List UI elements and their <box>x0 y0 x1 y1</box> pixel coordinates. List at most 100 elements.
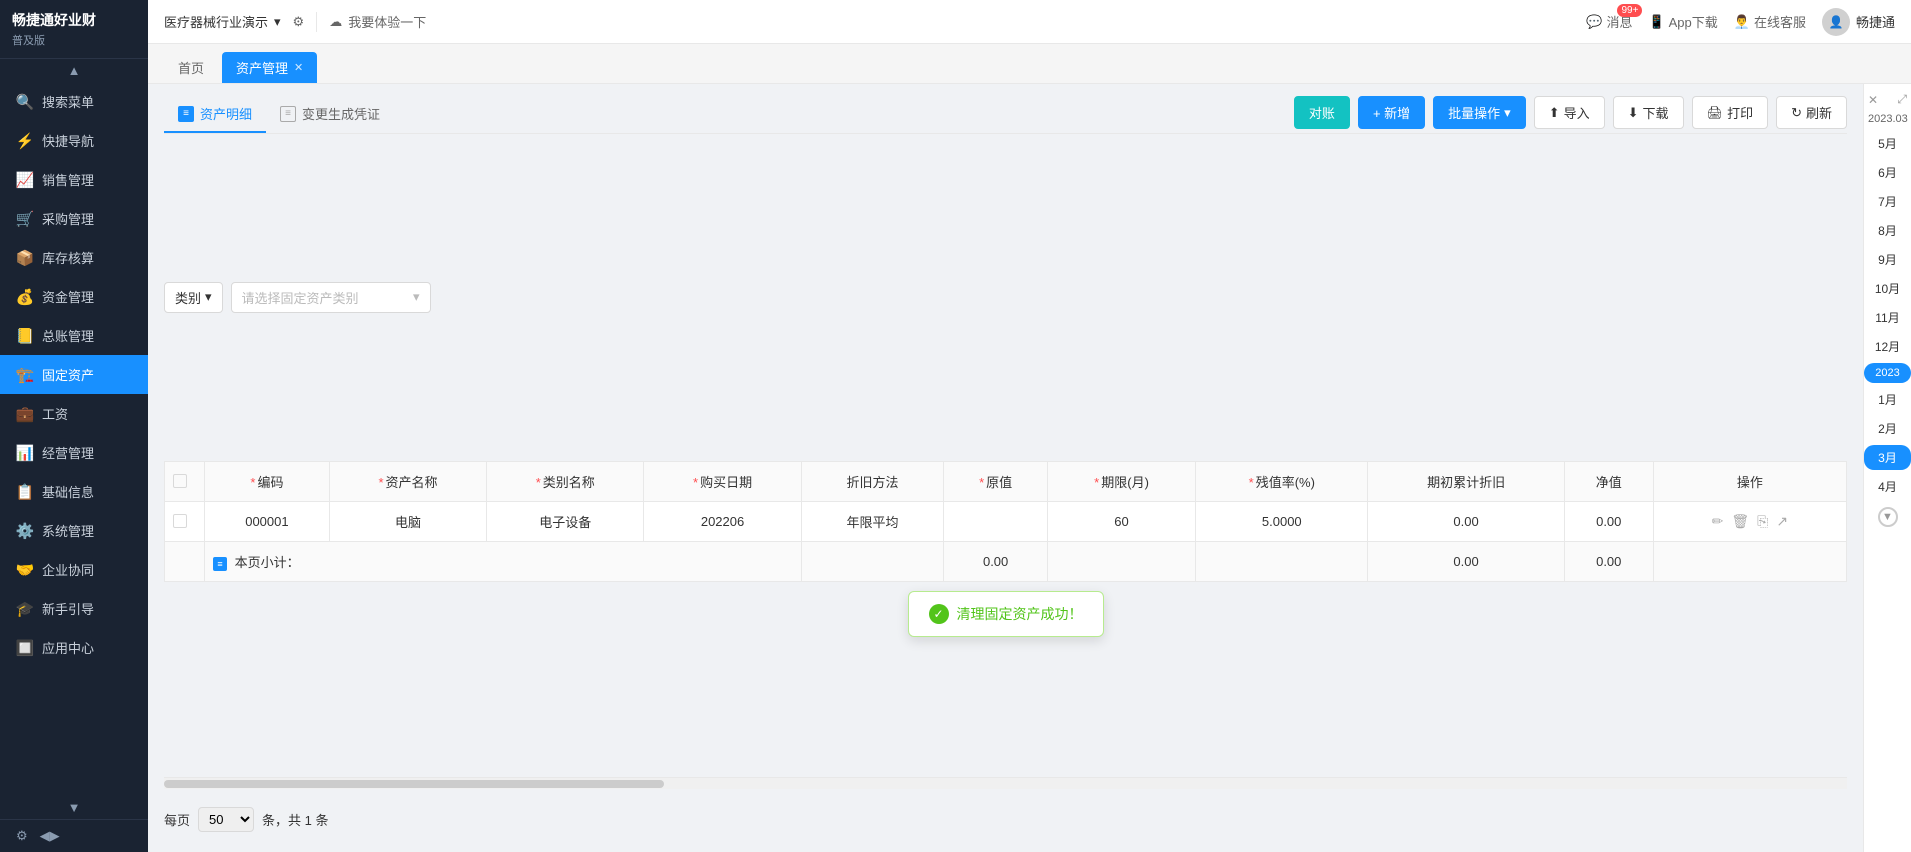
action-icons: ✏ 🗑 ⎘ ↗ <box>1662 513 1838 530</box>
sidebar-item-payroll[interactable]: 💼 工资 <box>0 394 148 433</box>
settings-gear-icon[interactable]: ⚙ <box>293 14 305 30</box>
sidebar-scroll-up[interactable]: ▲ <box>0 59 148 82</box>
sidebar-item-basic-info[interactable]: 📋 基础信息 <box>0 472 148 511</box>
category-select[interactable]: 类别 ▾ <box>164 282 223 313</box>
subtotal-label: 本页小计： <box>235 555 300 570</box>
sidebar-item-purchase-label: 采购管理 <box>42 209 94 228</box>
copy-icon[interactable]: ⎘ <box>1757 513 1768 530</box>
payroll-icon: 💼 <box>16 405 34 423</box>
sidebar-item-inventory-label: 库存核算 <box>42 248 94 267</box>
sales-icon: 📈 <box>16 171 34 189</box>
month-11[interactable]: 11月 <box>1864 305 1911 330</box>
subtotal-row: ≡ 本页小计： 0.00 0.00 0.00 <box>165 541 1847 581</box>
sidebar-item-operations[interactable]: 📊 经营管理 <box>0 433 148 472</box>
expand-panel-icon[interactable]: ⤢ <box>1897 92 1907 107</box>
user-profile[interactable]: 👤 畅捷通 <box>1822 8 1895 36</box>
sub-tab-voucher[interactable]: ≡ 变更生成凭证 <box>266 96 394 133</box>
sidebar-item-basic-info-label: 基础信息 <box>42 482 94 501</box>
app-center-icon: 🔲 <box>16 639 34 657</box>
sidebar-item-search[interactable]: 🔍 搜索菜单 <box>0 82 148 121</box>
per-page-select[interactable]: 20 50 100 200 <box>198 807 254 832</box>
sidebar-item-enterprise[interactable]: 🤝 企业协同 <box>0 550 148 589</box>
app-edition: 普及版 <box>12 32 136 48</box>
delete-icon[interactable]: 🗑 <box>1731 513 1749 530</box>
header-net-value: 净值 <box>1564 461 1653 501</box>
company-name: 医疗器械行业演示 <box>164 12 268 31</box>
sidebar-item-payroll-label: 工资 <box>42 404 68 423</box>
download-button[interactable]: ⬇ 下载 <box>1613 96 1684 129</box>
service-icon: 👨‍💼 <box>1734 14 1750 30</box>
sidebar-item-system[interactable]: ⚙️ 系统管理 <box>0 511 148 550</box>
company-selector[interactable]: 医疗器械行业演示 ▾ <box>164 12 281 31</box>
sub-tabs: ≡ 资产明细 ≡ 变更生成凭证 对账 + 新增 批量操作 ▾ ⬆ <box>164 96 1847 134</box>
tab-asset-management[interactable]: 资产管理 ✕ <box>222 52 317 83</box>
voucher-icon: ≡ <box>280 106 296 122</box>
collapse-icon[interactable]: ◀▶ <box>40 828 60 844</box>
batch-button[interactable]: 批量操作 ▾ <box>1433 96 1526 129</box>
tab-home[interactable]: 首页 <box>164 52 218 83</box>
table-wrap: *编码 *资产名称 *类别名称 *购买日期 折旧方法 *原值 *期限(月) *残… <box>164 461 1847 768</box>
subtotal-empty-2 <box>1047 541 1195 581</box>
select-all-checkbox[interactable] <box>173 474 187 488</box>
month-9[interactable]: 9月 <box>1864 247 1911 272</box>
tab-close-icon[interactable]: ✕ <box>294 61 303 74</box>
month-12[interactable]: 12月 <box>1864 334 1911 359</box>
online-service-button[interactable]: 👨‍💼 在线客服 <box>1734 12 1806 31</box>
toast-success: ✓ 清理固定资产成功！ <box>908 591 1104 637</box>
import-button[interactable]: ⬆ 导入 <box>1534 96 1605 129</box>
subtotal-accumulated: 0.00 <box>1368 541 1564 581</box>
arrow-down-circle-icon[interactable]: ▼ <box>1878 507 1898 527</box>
sidebar-item-newbie[interactable]: 🎓 新手引导 <box>0 589 148 628</box>
mobile-icon: 📱 <box>1648 14 1664 30</box>
horizontal-scrollbar[interactable] <box>164 777 1847 789</box>
reconcile-button[interactable]: 对账 <box>1294 96 1350 129</box>
scrollbar-thumb[interactable] <box>164 780 664 788</box>
message-button[interactable]: 💬 消息 99+ <box>1586 12 1632 31</box>
sidebar-item-purchase[interactable]: 🛒 采购管理 <box>0 199 148 238</box>
sidebar-item-ledger[interactable]: 📒 总账管理 <box>0 316 148 355</box>
app-download-button[interactable]: 📱 App下载 <box>1648 12 1717 31</box>
month-5[interactable]: 5月 <box>1864 131 1911 156</box>
print-button[interactable]: 🖨 打印 <box>1692 96 1769 129</box>
new-button[interactable]: + 新增 <box>1358 96 1425 129</box>
more-icon[interactable]: ↗ <box>1776 513 1788 530</box>
settings-icon[interactable]: ⚙ <box>16 828 28 844</box>
fixed-assets-icon: 🏗️ <box>16 366 34 384</box>
month-8[interactable]: 8月 <box>1864 218 1911 243</box>
sidebar-item-ledger-label: 总账管理 <box>42 326 94 345</box>
sidebar-item-fixed-assets[interactable]: 🏗️ 固定资产 <box>0 355 148 394</box>
month-10[interactable]: 10月 <box>1864 276 1911 301</box>
subtotal-empty-3 <box>1196 541 1368 581</box>
header-category: *类别名称 <box>487 461 644 501</box>
edit-icon[interactable]: ✏ <box>1712 513 1724 530</box>
sidebar-item-sales[interactable]: 📈 销售管理 <box>0 160 148 199</box>
subtotal-label-cell: ≡ 本页小计： <box>205 541 802 581</box>
finance-icon: 💰 <box>16 288 34 306</box>
month-4[interactable]: 4月 <box>1864 474 1911 499</box>
print-label: 打印 <box>1727 103 1753 122</box>
sub-tab-asset-detail[interactable]: ≡ 资产明细 <box>164 96 266 133</box>
header-purchase-date: *购买日期 <box>644 461 801 501</box>
sidebar-item-finance[interactable]: 💰 资金管理 <box>0 277 148 316</box>
tab-home-label: 首页 <box>178 58 204 77</box>
sidebar-item-inventory[interactable]: 📦 库存核算 <box>0 238 148 277</box>
sidebar-item-quicknav[interactable]: ⚡ 快捷导航 <box>0 121 148 160</box>
month-2[interactable]: 2月 <box>1864 416 1911 441</box>
month-3-current[interactable]: 3月 <box>1864 445 1911 470</box>
row-checkbox[interactable] <box>173 514 187 528</box>
experience-icon: ☁ <box>329 14 342 30</box>
month-7[interactable]: 7月 <box>1864 189 1911 214</box>
category-value-select[interactable]: 请选择固定资产类别 ▾ <box>231 282 431 313</box>
subtotal-empty-1 <box>801 541 944 581</box>
experience-button[interactable]: ☁ 我要体验一下 <box>329 12 426 31</box>
sidebar-item-operations-label: 经营管理 <box>42 443 94 462</box>
sidebar-scroll-down[interactable]: ▼ <box>0 796 148 819</box>
header-actions: 操作 <box>1653 461 1846 501</box>
month-1[interactable]: 1月 <box>1864 387 1911 412</box>
online-service-label: 在线客服 <box>1754 12 1806 31</box>
refresh-button[interactable]: ↻ 刷新 <box>1776 96 1847 129</box>
close-panel-icon[interactable]: ✕ <box>1868 93 1878 107</box>
asset-detail-icon: ≡ <box>178 106 194 122</box>
sidebar-item-app-center[interactable]: 🔲 应用中心 <box>0 628 148 667</box>
month-6[interactable]: 6月 <box>1864 160 1911 185</box>
